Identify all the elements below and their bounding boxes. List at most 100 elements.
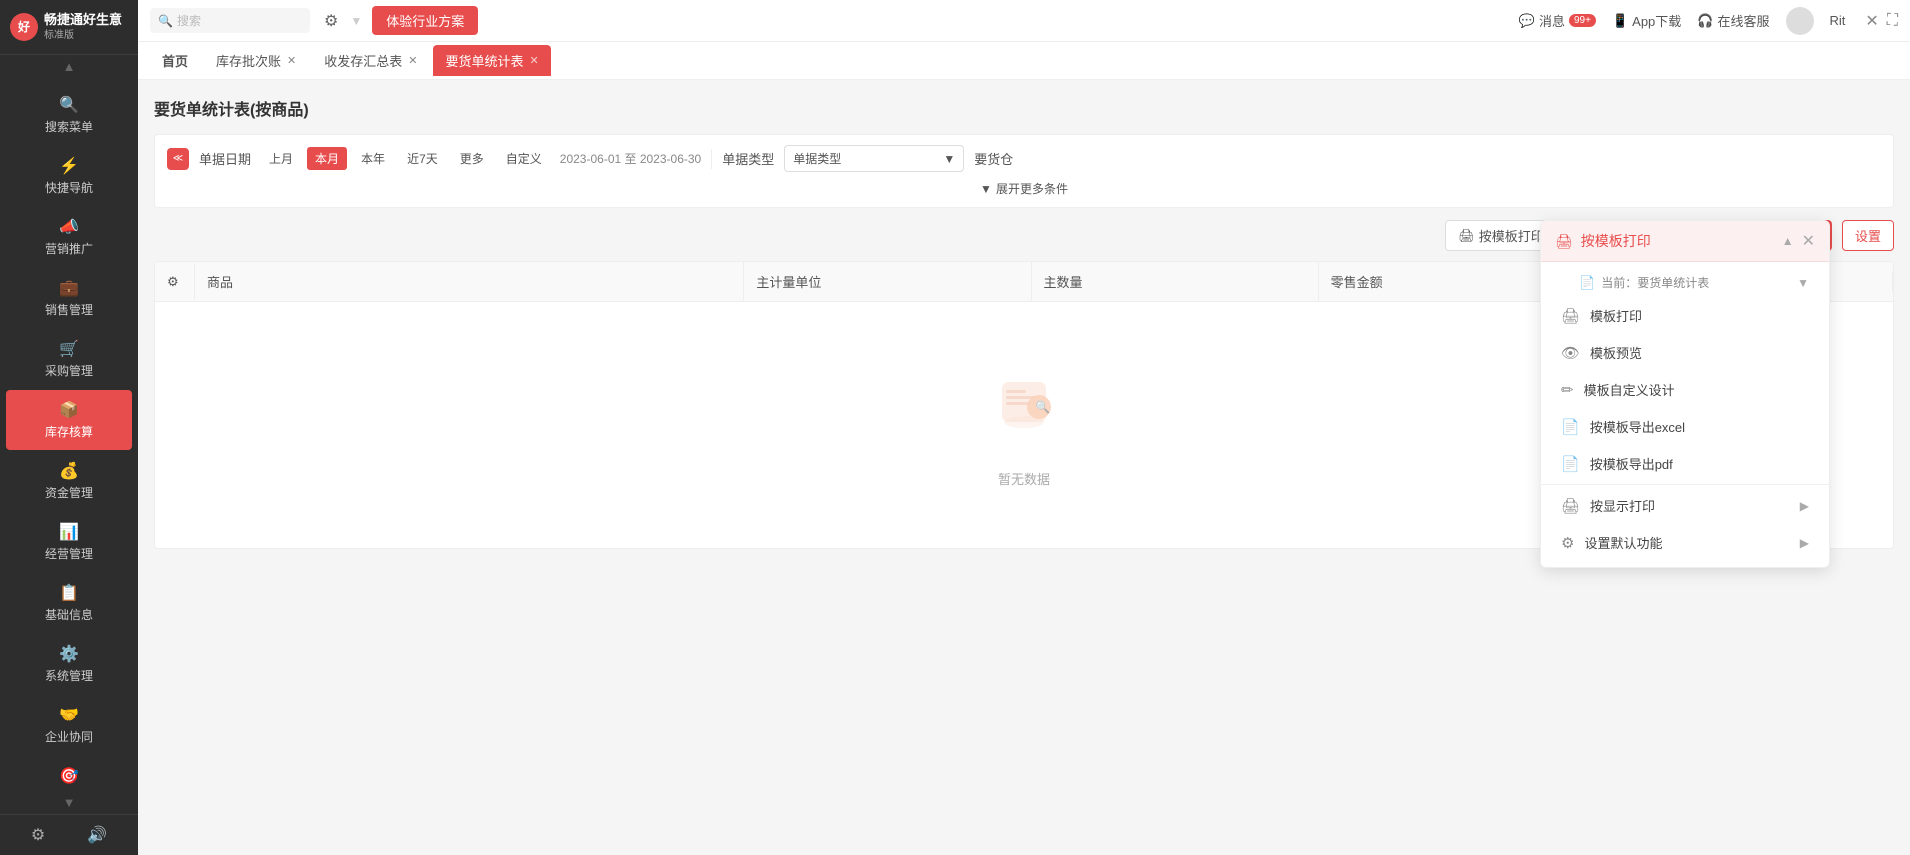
sidebar-nav: 🔍 搜索菜单 ⚡ 快捷导航 📣 营销推广 💼 销售管理 🛒 采购管理 📦 库存核… xyxy=(0,78,138,791)
user-name: Rit xyxy=(1830,13,1846,28)
sidebar-item-collab[interactable]: 🤝 企业协同 xyxy=(6,695,132,755)
date-opt-last-month[interactable]: 上月 xyxy=(261,147,301,170)
dropdown-current-template[interactable]: 📄 当前：要货单统计表 ▼ xyxy=(1541,268,1829,297)
filter-bar: ≪ 单据日期 上月 本月 本年 近7天 更多 自定义 2023-06-01 至 … xyxy=(154,134,1894,208)
sidebar-item-label: 基础信息 xyxy=(45,606,93,623)
sidebar-item-operations[interactable]: 📊 经营管理 xyxy=(6,512,132,572)
sidebar-item-marketing[interactable]: 📣 营销推广 xyxy=(6,207,132,267)
sidebar-item-newbie[interactable]: 🎯 新手引导 xyxy=(6,756,132,791)
app-download-icon: 📱 xyxy=(1612,13,1628,29)
tabs-bar: 首页 库存批次账 ✕ 收发存汇总表 ✕ 要货单统计表 ✕ xyxy=(138,42,1910,80)
settings-button[interactable]: 设置 xyxy=(1842,220,1894,251)
sidebar-bottom: ⚙ 🔊 xyxy=(0,814,138,855)
date-opt-more[interactable]: 更多 xyxy=(452,147,492,170)
svg-text:🔍: 🔍 xyxy=(1035,399,1050,414)
search-nav-icon: 🔍 xyxy=(59,95,79,115)
date-opt-custom[interactable]: 自定义 xyxy=(498,147,550,170)
tab-order-stats[interactable]: 要货单统计表 ✕ xyxy=(433,45,550,76)
dropdown-item-export-excel[interactable]: 📄 按模板导出excel xyxy=(1541,408,1829,445)
sidebar-item-label: 经营管理 xyxy=(45,545,93,562)
sidebar-item-label: 库存核算 xyxy=(45,423,93,440)
close-win-icon[interactable]: ✕ xyxy=(1865,11,1878,31)
template-preview-icon: 👁 xyxy=(1561,344,1580,362)
dropdown-expand-icon[interactable]: ▲ xyxy=(1782,234,1794,248)
newbie-icon: 🎯 xyxy=(59,766,79,786)
tab-collection-summary[interactable]: 收发存汇总表 ✕ xyxy=(312,45,429,76)
header-right: 💬 消息 99+ 📱 App下载 🎧 在线客服 Rit xyxy=(1519,7,1846,35)
tab-inventory-batch[interactable]: 库存批次账 ✕ xyxy=(204,45,308,76)
sidebar-item-system[interactable]: ⚙️ 系统管理 xyxy=(6,634,132,694)
set-default-icon: ⚙ xyxy=(1561,534,1574,552)
window-controls: ✕ ⛶ xyxy=(1865,11,1898,31)
search-placeholder: 搜索 xyxy=(177,12,201,29)
tab-close-order-stats[interactable]: ✕ xyxy=(530,54,539,67)
display-print-arrow: ▶ xyxy=(1800,499,1809,513)
dropdown-header[interactable]: 🖨 按模板打印 ▲ ✕ xyxy=(1541,221,1829,262)
sidebar-item-base[interactable]: 📋 基础信息 xyxy=(6,573,132,633)
date-options: 上月 本月 本年 近7天 更多 自定义 xyxy=(261,147,550,170)
header-chevron-icon[interactable]: ▼ xyxy=(350,14,362,28)
customer-service-item[interactable]: 🎧 在线客服 xyxy=(1697,11,1769,30)
date-opt-this-year[interactable]: 本年 xyxy=(353,147,393,170)
tab-close-collection-summary[interactable]: ✕ xyxy=(408,54,417,67)
pdf-export-icon: 📄 xyxy=(1561,455,1580,473)
display-print-left: 🖨 按显示打印 xyxy=(1561,496,1655,515)
dropdown-item-template-preview[interactable]: 👁 模板预览 xyxy=(1541,334,1829,371)
th-settings[interactable]: ⚙ xyxy=(155,264,195,300)
date-opt-7days[interactable]: 近7天 xyxy=(399,147,446,170)
messages-item[interactable]: 💬 消息 99+ xyxy=(1519,11,1596,30)
inventory-icon: 📦 xyxy=(59,400,79,420)
th-qty: 主数量 xyxy=(1032,262,1319,301)
header-gear-icon[interactable]: ⚙ xyxy=(324,11,338,31)
collab-icon: 🤝 xyxy=(59,705,79,725)
dropdown-section-display-print[interactable]: 🖨 按显示打印 ▶ xyxy=(1541,487,1829,524)
date-opt-this-month[interactable]: 本月 xyxy=(307,147,347,170)
sidebar-item-search[interactable]: 🔍 搜索菜单 xyxy=(6,85,132,145)
set-default-arrow: ▶ xyxy=(1800,536,1809,550)
print-dropdown-menu: 🖨 按模板打印 ▲ ✕ 📄 当前：要货单统计表 ▼ 🖨 xyxy=(1540,220,1830,568)
expand-more-button[interactable]: ▼ 展开更多条件 xyxy=(167,180,1881,197)
sidebar-item-sales[interactable]: 💼 销售管理 xyxy=(6,268,132,328)
sidebar-item-label: 系统管理 xyxy=(45,667,93,684)
sidebar-item-label: 快捷导航 xyxy=(45,179,93,196)
header-search[interactable]: 🔍 搜索 xyxy=(150,8,310,33)
set-default-left: ⚙ 设置默认功能 xyxy=(1561,533,1662,552)
th-unit: 主计量单位 xyxy=(744,262,1031,301)
main-area: 🔍 搜索 ⚙ ▼ 体验行业方案 💬 消息 99+ 📱 App下载 🎧 在线客服 … xyxy=(138,0,1910,855)
dropdown-divider xyxy=(1541,484,1829,485)
filter-toggle-button[interactable]: ≪ xyxy=(167,148,189,170)
maximize-win-icon[interactable]: ⛶ xyxy=(1887,12,1898,30)
audio-bottom-icon[interactable]: 🔊 xyxy=(87,825,107,845)
settings-bottom-icon[interactable]: ⚙ xyxy=(31,825,45,845)
sidebar-item-purchase[interactable]: 🛒 采购管理 xyxy=(6,329,132,389)
experience-button[interactable]: 体验行业方案 xyxy=(372,6,478,35)
sidebar-item-finance[interactable]: 💰 资金管理 xyxy=(6,451,132,511)
messages-badge: 99+ xyxy=(1569,14,1596,27)
th-goods: 商品 xyxy=(195,262,744,301)
tab-home[interactable]: 首页 xyxy=(150,45,200,76)
avatar[interactable] xyxy=(1786,7,1814,35)
sidebar-item-label: 营销推广 xyxy=(45,240,93,257)
finance-icon: 💰 xyxy=(59,461,79,481)
filter-divider xyxy=(711,149,712,169)
template-print-icon: 🖨 xyxy=(1561,307,1580,325)
printer-header-icon: 🖨 xyxy=(1555,233,1573,250)
empty-icon: 🔍 xyxy=(984,362,1064,457)
dropdown-item-template-print[interactable]: 🖨 模板打印 xyxy=(1541,297,1829,334)
dropdown-item-template-design[interactable]: ✏ 模板自定义设计 xyxy=(1541,371,1829,408)
sidebar-item-quicknav[interactable]: ⚡ 快捷导航 xyxy=(6,146,132,206)
marketing-icon: 📣 xyxy=(59,217,79,237)
dropdown-close-icon[interactable]: ✕ xyxy=(1802,231,1815,251)
sidebar-item-inventory[interactable]: 📦 库存核算 xyxy=(6,390,132,450)
app-download-item[interactable]: 📱 App下载 xyxy=(1612,11,1681,30)
display-print-icon: 🖨 xyxy=(1561,497,1580,515)
sidebar-scroll-up[interactable]: ▲ xyxy=(0,55,138,78)
sidebar-scroll-down[interactable]: ▼ xyxy=(0,791,138,814)
dropdown-item-export-pdf[interactable]: 📄 按模板导出pdf xyxy=(1541,445,1829,482)
logo-icon: 好 xyxy=(10,13,38,41)
date-range: 2023-06-01 至 2023-06-30 xyxy=(560,150,701,167)
tab-close-inventory-batch[interactable]: ✕ xyxy=(287,54,296,67)
dropdown-section-set-default[interactable]: ⚙ 设置默认功能 ▶ xyxy=(1541,524,1829,561)
order-type-select[interactable]: 单据类型 ▼ xyxy=(784,145,964,172)
messages-icon: 💬 xyxy=(1519,13,1535,29)
